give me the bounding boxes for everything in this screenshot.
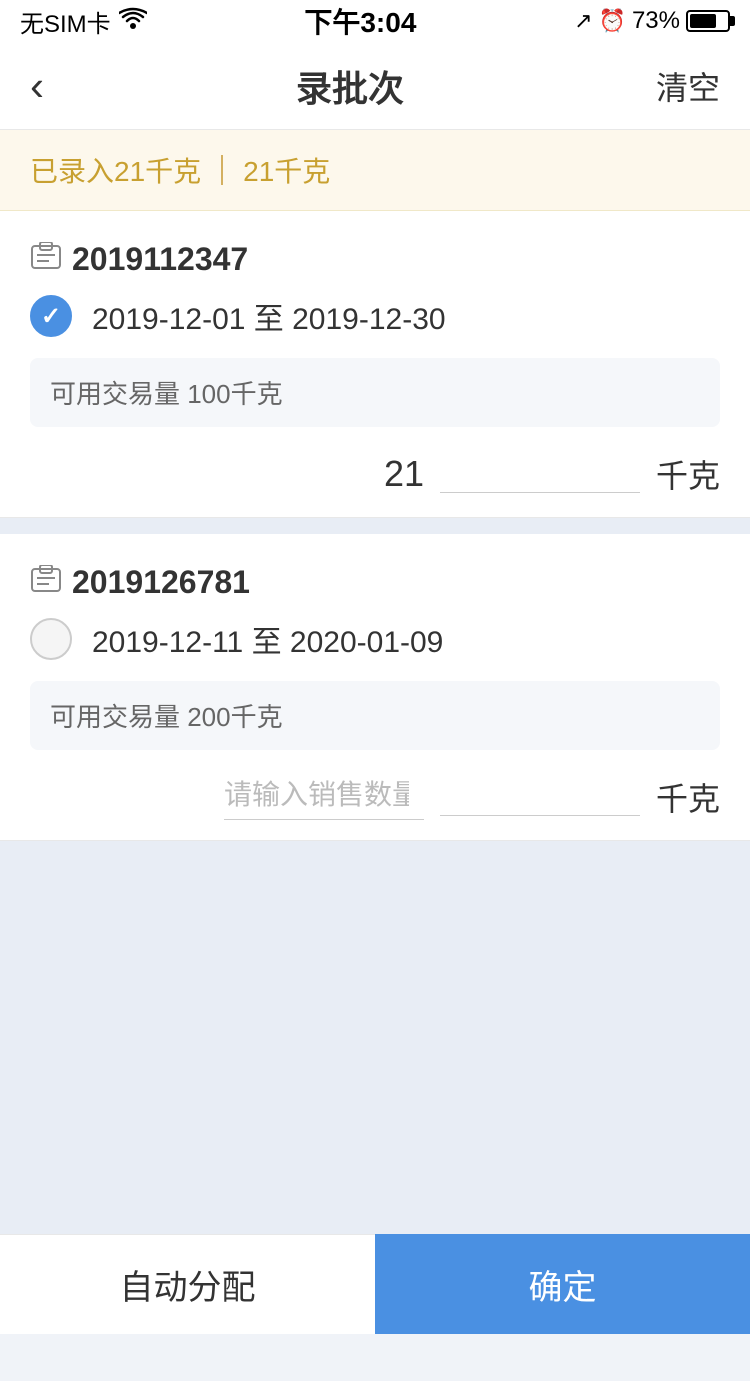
batch-date-2: 2019-12-11 至 2020-01-09 (92, 617, 443, 661)
wifi-icon (119, 7, 147, 36)
batch-icon-1 (30, 242, 62, 278)
alarm-icon: ⏰ (599, 8, 626, 34)
batch-card-1-inner: 2019112347 2019-12-01 至 2019-12-30 可用交易量… (0, 211, 750, 427)
available-qty-2: 可用交易量 200千克 (30, 681, 720, 750)
batch-date-row-1[interactable]: 2019-12-01 至 2019-12-30 (30, 294, 720, 338)
clear-button[interactable]: 清空 (656, 63, 720, 109)
recorded-amount: 已录入21千克 (30, 150, 201, 190)
status-right: ↗ ⏰ 73% (574, 7, 730, 35)
batch-date-1: 2019-12-01 至 2019-12-30 (92, 294, 446, 338)
batch-card-1: 2019112347 2019-12-01 至 2019-12-30 可用交易量… (0, 211, 750, 518)
batch-card-2: 2019126781 2019-12-11 至 2020-01-09 可用交易量… (0, 534, 750, 841)
batch-id-row-2: 2019126781 (30, 564, 720, 601)
qty-row-2: 千克 (0, 750, 750, 841)
summary-bar: 已录入21千克 21千克 (0, 130, 750, 211)
auto-distribute-button[interactable]: 自动分配 (0, 1234, 375, 1334)
batch-date-row-2[interactable]: 2019-12-11 至 2020-01-09 (30, 617, 720, 661)
total-amount: 21千克 (243, 150, 330, 190)
card-divider (0, 518, 750, 534)
qty-separator-1 (440, 492, 640, 493)
nav-bar: ‹ 录批次 清空 (0, 42, 750, 130)
radio-2[interactable] (30, 618, 72, 660)
qty-row-1: 21 千克 (0, 427, 750, 518)
bottom-bar: 自动分配 确定 (0, 1234, 750, 1334)
batch-icon-2 (30, 565, 62, 601)
empty-area (0, 841, 750, 1281)
status-time: 下午3:04 (304, 1, 416, 41)
radio-1[interactable] (30, 295, 72, 337)
available-qty-1: 可用交易量 100千克 (30, 358, 720, 427)
status-bar: 无SIM卡 下午3:04 ↗ ⏰ 73% (0, 0, 750, 42)
page-title: 录批次 (296, 60, 404, 112)
qty-separator-2 (440, 815, 640, 816)
battery-icon (686, 10, 730, 32)
qty-input-2[interactable] (224, 774, 424, 820)
battery-fill (690, 14, 716, 28)
back-button[interactable]: ‹ (30, 65, 44, 107)
summary-divider (221, 155, 223, 185)
batch-card-2-inner: 2019126781 2019-12-11 至 2020-01-09 可用交易量… (0, 534, 750, 750)
batch-id-row-1: 2019112347 (30, 241, 720, 278)
batch-id-2: 2019126781 (72, 564, 250, 601)
qty-value-1: 21 (384, 453, 424, 495)
main-content: 2019112347 2019-12-01 至 2019-12-30 可用交易量… (0, 211, 750, 1381)
batch-id-1: 2019112347 (72, 241, 248, 278)
battery-percent: 73% (632, 7, 680, 35)
qty-unit-2: 千克 (656, 774, 720, 820)
location-icon: ↗ (574, 8, 592, 34)
qty-unit-1: 千克 (656, 451, 720, 497)
carrier-text: 无SIM卡 (20, 4, 111, 39)
status-left: 无SIM卡 (20, 4, 147, 39)
confirm-button[interactable]: 确定 (375, 1234, 750, 1334)
